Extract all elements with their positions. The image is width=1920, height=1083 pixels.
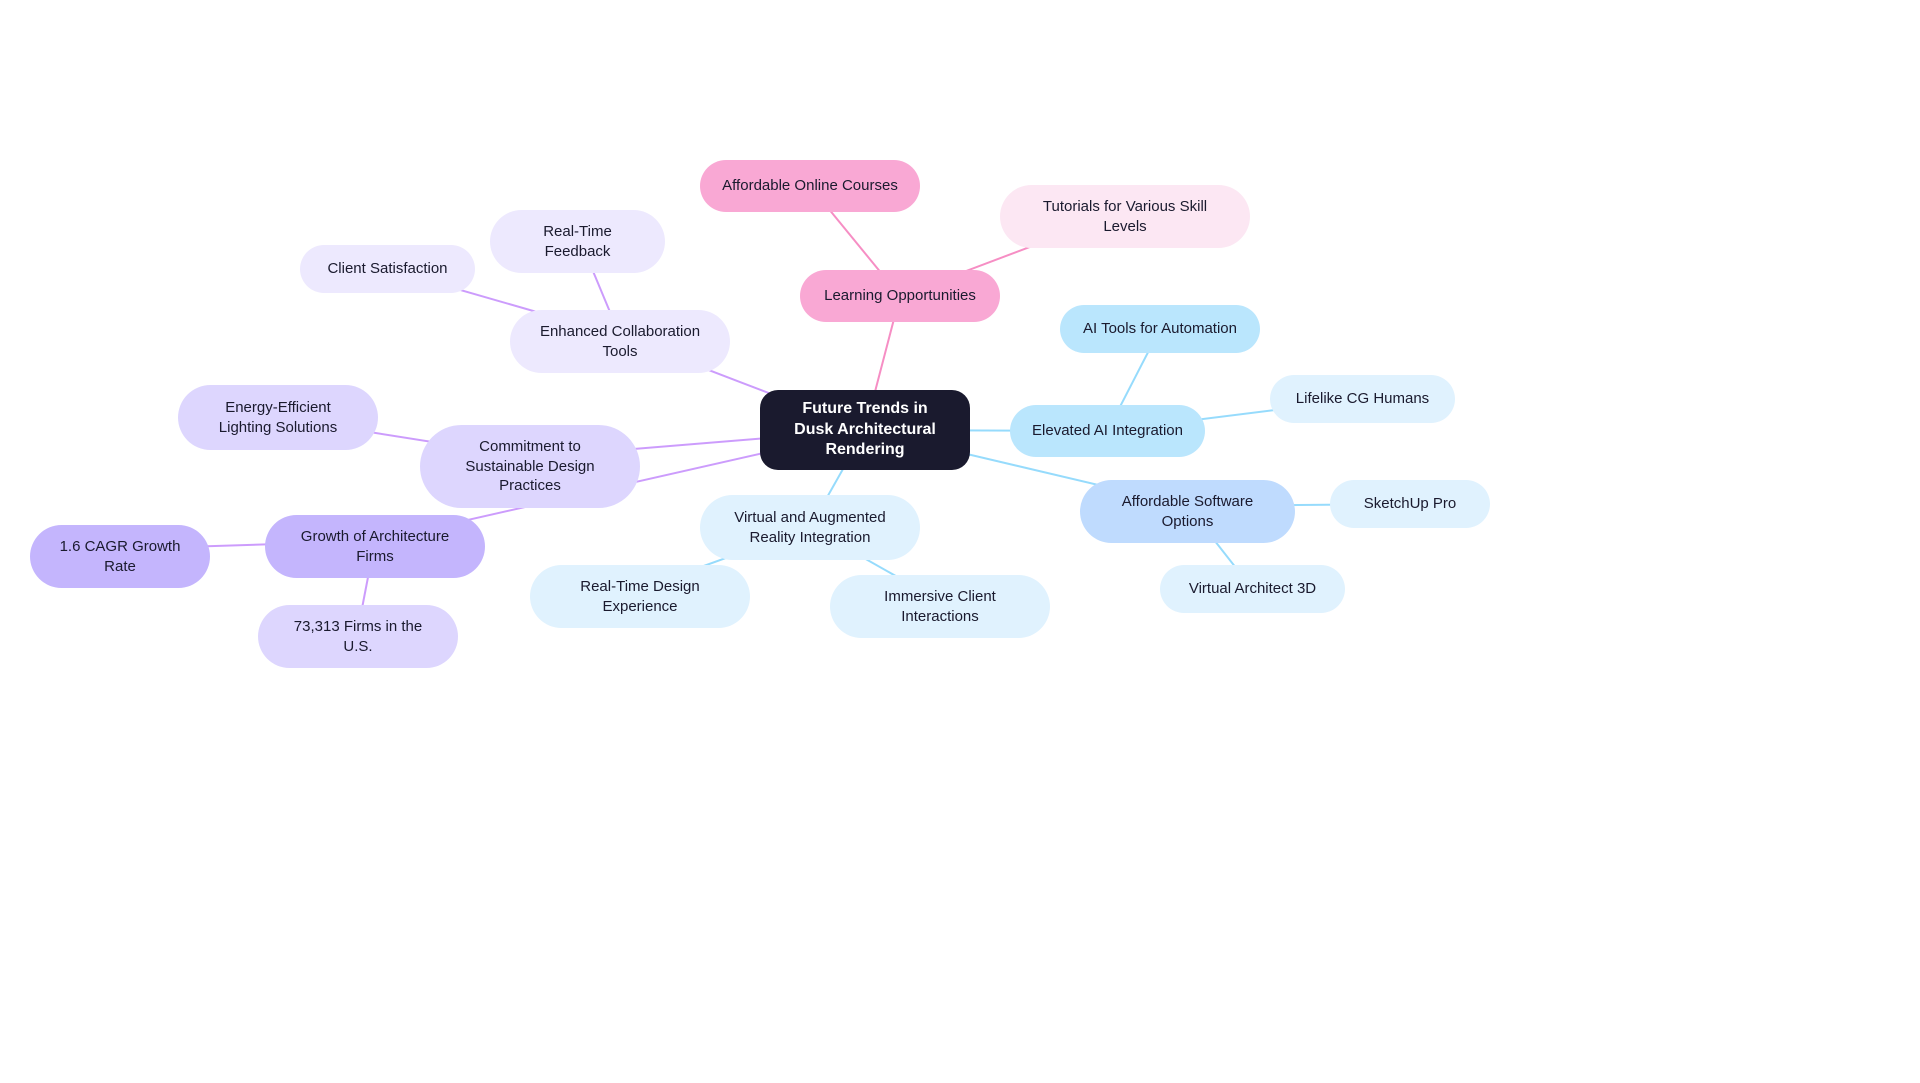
node-realtime_feedback: Real-Time Feedback [490, 210, 665, 273]
node-immersive: Immersive Client Interactions [830, 575, 1050, 638]
node-energy_lighting: Energy-Efficient Lighting Solutions [178, 385, 378, 450]
node-learning: Learning Opportunities [800, 270, 1000, 322]
node-realtime_design: Real-Time Design Experience [530, 565, 750, 628]
node-firms_count: 73,313 Firms in the U.S. [258, 605, 458, 668]
node-affordable_sw: Affordable Software Options [1080, 480, 1295, 543]
node-lifelike_cg: Lifelike CG Humans [1270, 375, 1455, 423]
node-sustainable: Commitment to Sustainable Design Practic… [420, 425, 640, 508]
node-ai_tools: AI Tools for Automation [1060, 305, 1260, 353]
node-tutorials: Tutorials for Various Skill Levels [1000, 185, 1250, 248]
node-elevated_ai: Elevated AI Integration [1010, 405, 1205, 457]
node-affordable_courses: Affordable Online Courses [700, 160, 920, 212]
mind-map: Future Trends in Dusk Architectural Rend… [0, 0, 1920, 1083]
node-center: Future Trends in Dusk Architectural Rend… [760, 390, 970, 470]
node-enhanced_collab: Enhanced Collaboration Tools [510, 310, 730, 373]
node-virtual_arch: Virtual Architect 3D [1160, 565, 1345, 613]
node-cagr: 1.6 CAGR Growth Rate [30, 525, 210, 588]
node-growth_firms: Growth of Architecture Firms [265, 515, 485, 578]
node-vr_ar: Virtual and Augmented Reality Integratio… [700, 495, 920, 560]
node-client_satisfaction: Client Satisfaction [300, 245, 475, 293]
node-sketchup: SketchUp Pro [1330, 480, 1490, 528]
